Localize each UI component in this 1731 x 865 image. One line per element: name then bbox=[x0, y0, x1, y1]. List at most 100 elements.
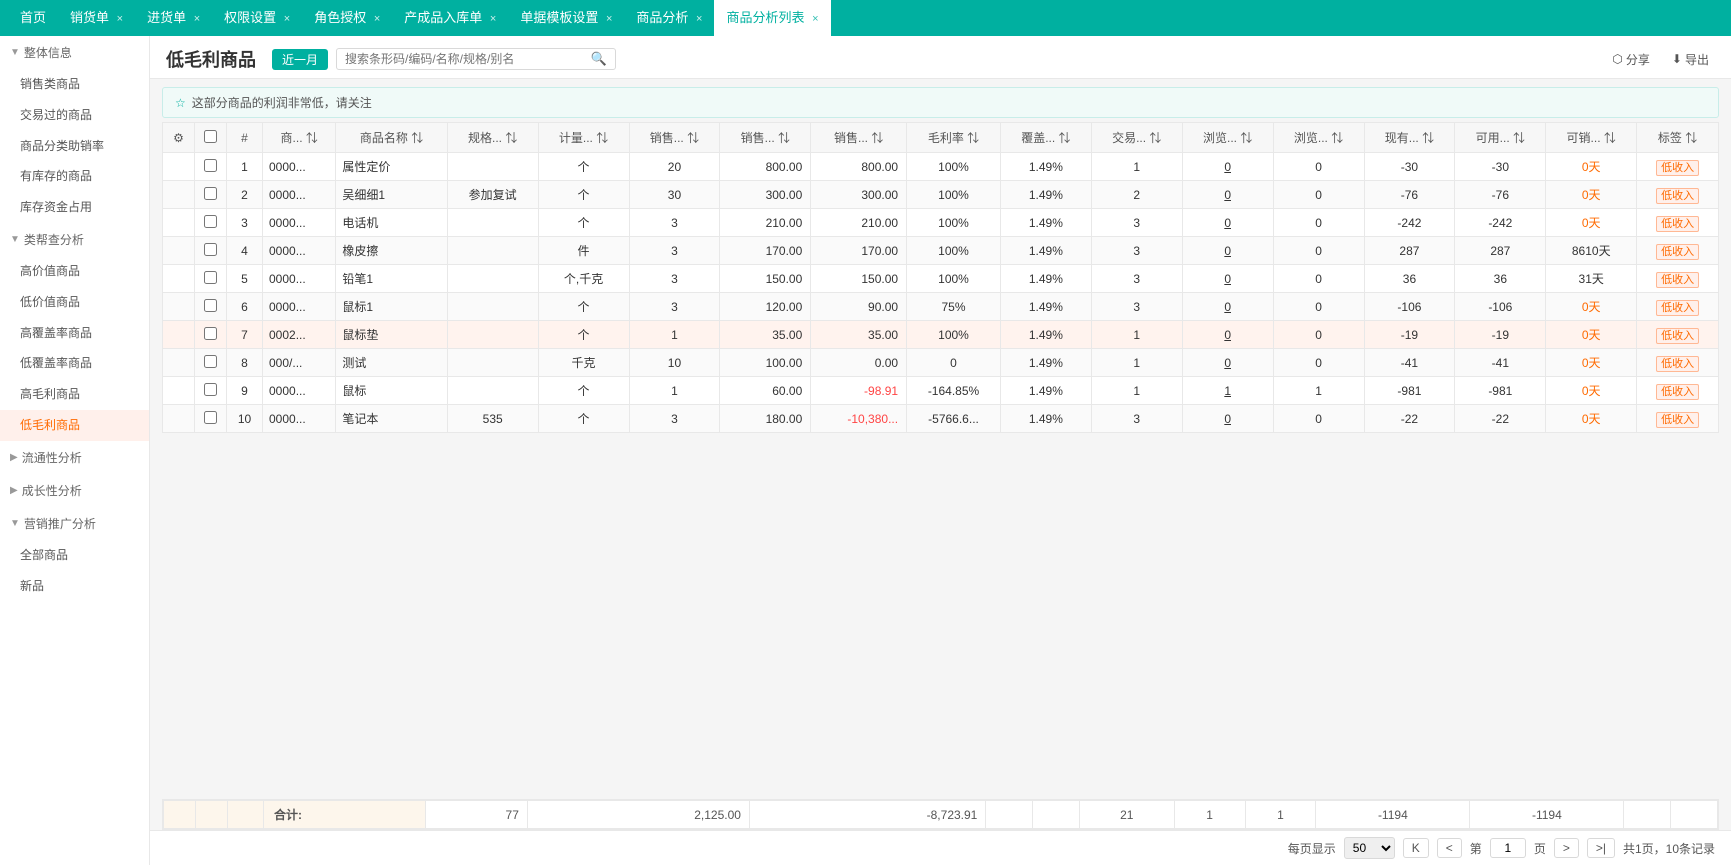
sidebar-item-high-profit[interactable]: 高毛利商品 bbox=[0, 379, 149, 410]
nav-product-inbound[interactable]: 产成品入库单 × bbox=[392, 0, 508, 36]
browse1-link[interactable]: 0 bbox=[1224, 216, 1231, 230]
time-filter-button[interactable]: 近一月 bbox=[272, 49, 328, 70]
browse1-link[interactable]: 0 bbox=[1224, 244, 1231, 258]
col-trade-count[interactable]: 交易... ⇅ bbox=[1091, 123, 1182, 153]
search-box[interactable]: 🔍 bbox=[336, 48, 616, 70]
share-button[interactable]: ⬡ 分享 bbox=[1606, 49, 1656, 70]
sidebar-item-stocked-goods[interactable]: 有库存的商品 bbox=[0, 161, 149, 192]
row-checkbox[interactable] bbox=[195, 209, 227, 237]
close-icon[interactable]: × bbox=[374, 13, 380, 25]
row-settings[interactable] bbox=[163, 209, 195, 237]
row-settings[interactable] bbox=[163, 349, 195, 377]
col-check[interactable] bbox=[195, 123, 227, 153]
nav-template-settings[interactable]: 单据模板设置 × bbox=[508, 0, 624, 36]
sidebar-group-marketing[interactable]: ▼ 营销推广分析 bbox=[0, 507, 149, 540]
col-unit[interactable]: 计量... ⇅ bbox=[538, 123, 629, 153]
row-settings[interactable] bbox=[163, 293, 195, 321]
sidebar-item-traded-goods[interactable]: 交易过的商品 bbox=[0, 100, 149, 131]
sidebar-item-low-profit[interactable]: 低毛利商品 bbox=[0, 410, 149, 441]
sidebar-item-high-coverage[interactable]: 高覆盖率商品 bbox=[0, 318, 149, 349]
sidebar-item-category-rate[interactable]: 商品分类助销率 bbox=[0, 131, 149, 162]
row-checkbox[interactable] bbox=[195, 153, 227, 181]
col-code[interactable]: 商... ⇅ bbox=[263, 123, 336, 153]
page-number-input[interactable] bbox=[1490, 838, 1526, 858]
col-browse2[interactable]: 浏览... ⇅ bbox=[1273, 123, 1364, 153]
sidebar-item-all-goods[interactable]: 全部商品 bbox=[0, 540, 149, 571]
row-browse1[interactable]: 0 bbox=[1182, 181, 1273, 209]
browse1-link[interactable]: 0 bbox=[1224, 328, 1231, 342]
row-browse1[interactable]: 0 bbox=[1182, 237, 1273, 265]
row-select-checkbox[interactable] bbox=[204, 187, 217, 200]
browse1-link[interactable]: 0 bbox=[1224, 356, 1231, 370]
table-container[interactable]: ⚙ # 商... ⇅ 商品名称 ⇅ 规格... ⇅ 计量... ⇅ 销售... … bbox=[162, 122, 1719, 799]
row-browse1[interactable]: 0 bbox=[1182, 321, 1273, 349]
row-checkbox[interactable] bbox=[195, 265, 227, 293]
row-browse1[interactable]: 1 bbox=[1182, 377, 1273, 405]
row-checkbox[interactable] bbox=[195, 293, 227, 321]
row-browse1[interactable]: 0 bbox=[1182, 405, 1273, 433]
row-checkbox[interactable] bbox=[195, 237, 227, 265]
search-input[interactable] bbox=[345, 52, 591, 66]
nav-permission[interactable]: 权限设置 × bbox=[212, 0, 302, 36]
browse1-link[interactable]: 1 bbox=[1224, 384, 1231, 398]
row-browse1[interactable]: 0 bbox=[1182, 209, 1273, 237]
sidebar-group-growth[interactable]: ▶ 成长性分析 bbox=[0, 474, 149, 507]
row-settings[interactable] bbox=[163, 377, 195, 405]
sidebar-group-circulation[interactable]: ▶ 流通性分析 bbox=[0, 441, 149, 474]
close-icon[interactable]: × bbox=[606, 13, 612, 25]
row-select-checkbox[interactable] bbox=[204, 383, 217, 396]
sidebar-group-overall[interactable]: ▼ 整体信息 bbox=[0, 36, 149, 69]
close-icon[interactable]: × bbox=[696, 13, 702, 25]
row-checkbox[interactable] bbox=[195, 321, 227, 349]
sidebar-item-high-value[interactable]: 高价值商品 bbox=[0, 256, 149, 287]
browse1-link[interactable]: 0 bbox=[1224, 272, 1231, 286]
col-browse1[interactable]: 浏览... ⇅ bbox=[1182, 123, 1273, 153]
close-icon[interactable]: × bbox=[284, 13, 290, 25]
row-checkbox[interactable] bbox=[195, 377, 227, 405]
row-select-checkbox[interactable] bbox=[204, 327, 217, 340]
nav-product-analysis-list[interactable]: 商品分析列表 × bbox=[714, 0, 830, 36]
close-icon[interactable]: × bbox=[194, 13, 200, 25]
row-checkbox[interactable] bbox=[195, 181, 227, 209]
col-spec[interactable]: 规格... ⇅ bbox=[447, 123, 538, 153]
row-checkbox[interactable] bbox=[195, 405, 227, 433]
row-settings[interactable] bbox=[163, 237, 195, 265]
row-select-checkbox[interactable] bbox=[204, 355, 217, 368]
row-select-checkbox[interactable] bbox=[204, 411, 217, 424]
select-all-checkbox[interactable] bbox=[204, 130, 217, 143]
nav-home[interactable]: 首页 bbox=[8, 0, 58, 36]
next-page-button[interactable]: > bbox=[1554, 838, 1579, 858]
row-settings[interactable] bbox=[163, 181, 195, 209]
sidebar-group-class-analysis[interactable]: ▼ 类帮查分析 bbox=[0, 223, 149, 256]
col-gross-rate[interactable]: 毛利率 ⇅ bbox=[907, 123, 1001, 153]
col-sale-qty[interactable]: 销售... ⇅ bbox=[629, 123, 720, 153]
col-tag[interactable]: 标签 ⇅ bbox=[1637, 123, 1719, 153]
nav-product-analysis[interactable]: 商品分析 × bbox=[624, 0, 714, 36]
col-saleable[interactable]: 可销... ⇅ bbox=[1546, 123, 1637, 153]
close-icon[interactable]: × bbox=[812, 13, 818, 25]
last-page-button[interactable]: >| bbox=[1587, 838, 1615, 858]
nav-role-auth[interactable]: 角色授权 × bbox=[302, 0, 392, 36]
col-sale-amount[interactable]: 销售... ⇅ bbox=[811, 123, 907, 153]
page-size-select[interactable]: 50 100 200 bbox=[1344, 837, 1395, 859]
browse1-link[interactable]: 0 bbox=[1224, 412, 1231, 426]
row-settings[interactable] bbox=[163, 265, 195, 293]
row-select-checkbox[interactable] bbox=[204, 243, 217, 256]
search-icon[interactable]: 🔍 bbox=[591, 51, 607, 67]
sidebar-item-stock-fund[interactable]: 库存资金占用 bbox=[0, 192, 149, 223]
browse1-link[interactable]: 0 bbox=[1224, 188, 1231, 202]
export-button[interactable]: ⬇ 导出 bbox=[1666, 49, 1715, 70]
first-page-button[interactable]: K bbox=[1403, 838, 1429, 858]
row-settings[interactable] bbox=[163, 153, 195, 181]
browse1-link[interactable]: 0 bbox=[1224, 300, 1231, 314]
browse1-link[interactable]: 0 bbox=[1224, 160, 1231, 174]
row-select-checkbox[interactable] bbox=[204, 299, 217, 312]
row-browse1[interactable]: 0 bbox=[1182, 153, 1273, 181]
sidebar-item-new-goods[interactable]: 新品 bbox=[0, 571, 149, 602]
col-current-stock[interactable]: 现有... ⇅ bbox=[1364, 123, 1455, 153]
row-select-checkbox[interactable] bbox=[204, 215, 217, 228]
col-sale-price[interactable]: 销售... ⇅ bbox=[720, 123, 811, 153]
sidebar-item-sales-goods[interactable]: 销售类商品 bbox=[0, 69, 149, 100]
row-browse1[interactable]: 0 bbox=[1182, 265, 1273, 293]
sidebar-item-low-coverage[interactable]: 低覆盖率商品 bbox=[0, 348, 149, 379]
